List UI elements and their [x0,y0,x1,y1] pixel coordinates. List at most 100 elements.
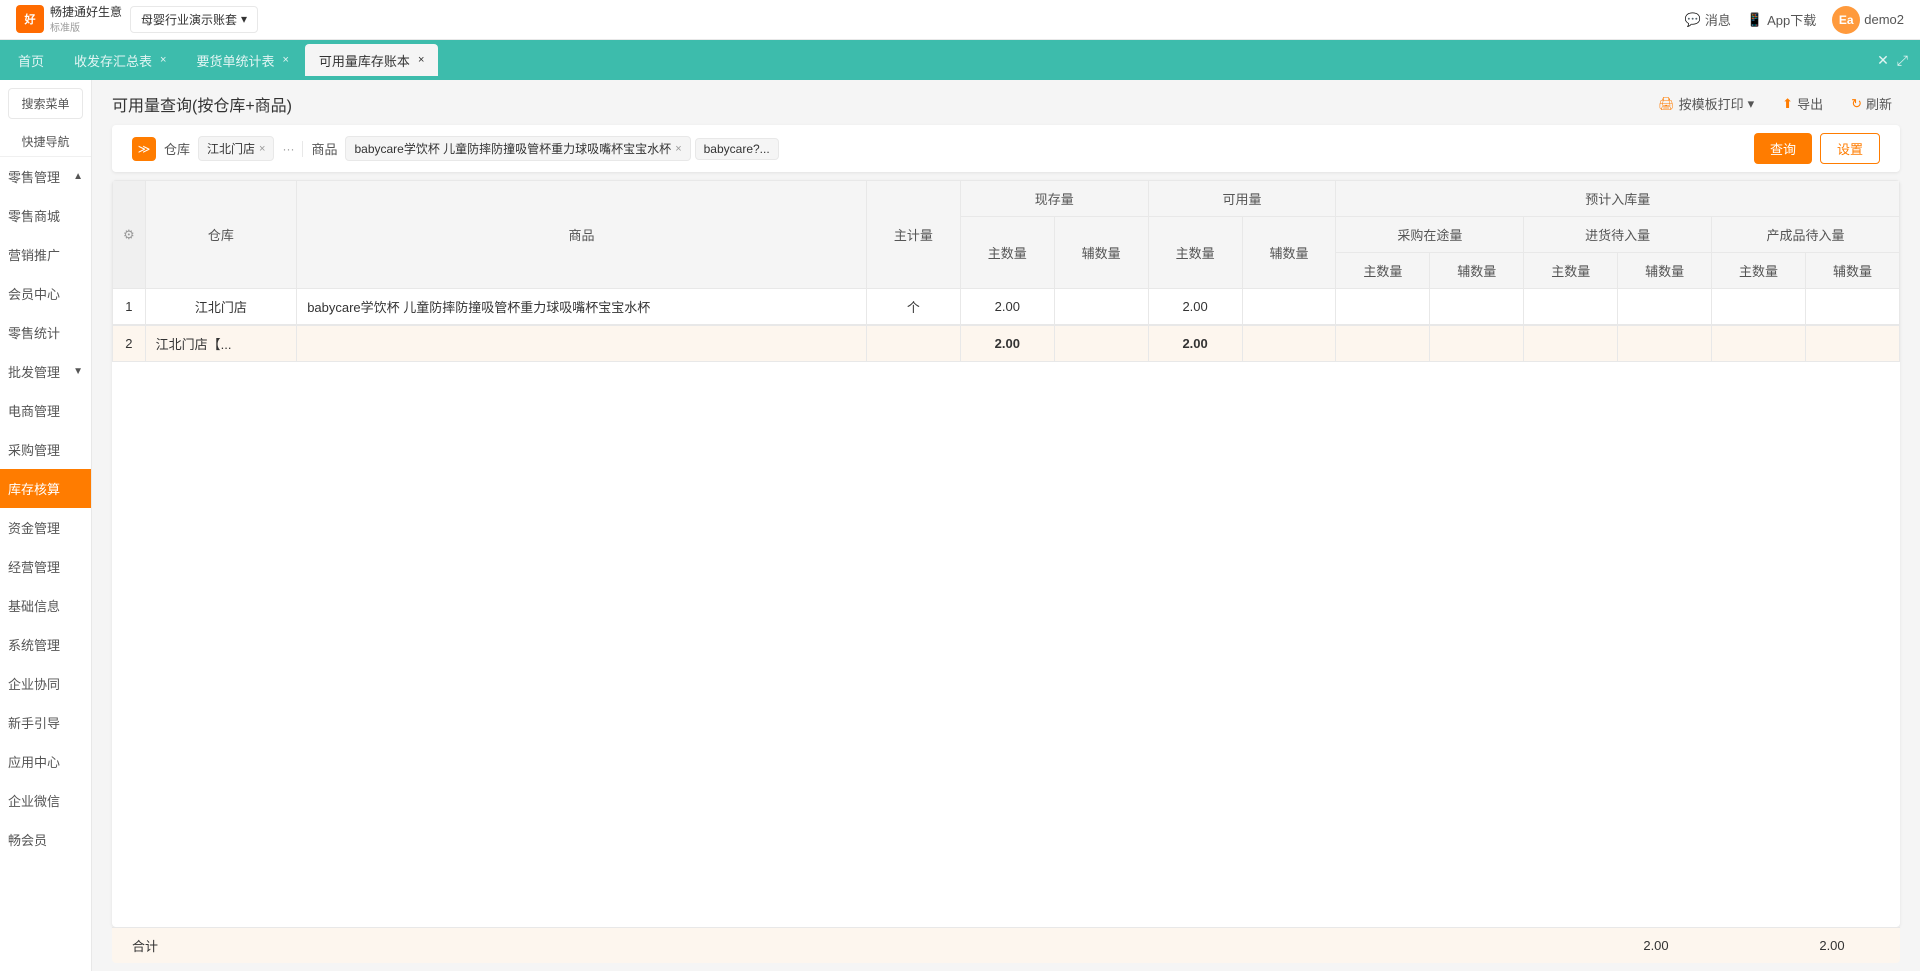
cell-stock-aux-1 [1054,289,1148,326]
product-filter-tags: babycare学饮杯 儿童防摔防撞吸管杯重力球吸嘴杯宝宝水杯 × babyca… [345,136,1745,161]
sidebar-item-system[interactable]: 系统管理 [0,625,91,664]
col-purchase-main-header: 主数量 [1336,253,1430,289]
settings-btn[interactable]: 设置 [1820,133,1880,164]
export-icon: ⬆ [1782,96,1793,112]
sidebar-item-basics[interactable]: 基础信息 [0,586,91,625]
sidebar-item-ecommerce[interactable]: 电商管理 [0,391,91,430]
filter-toggle-btn[interactable]: ≫ [132,137,156,161]
tab-receipts-close[interactable]: × [160,54,166,66]
cell-incoming-aux-2 [1618,325,1712,362]
col-stock-main-header: 主数量 [960,217,1054,289]
sidebar-item-purchase[interactable]: 采购管理 [0,430,91,469]
query-btn[interactable]: 查询 [1754,133,1812,164]
content-area: 可用量查询(按仓库+商品) 🖨 按模板打印 ▾ ⬆ 导出 ↻ 刷新 [92,80,1920,971]
page-header-actions: 🖨 按模板打印 ▾ ⬆ 导出 ↻ 刷新 [1650,90,1900,117]
app-label: App下载 [1767,10,1816,29]
table-row: 1 江北门店 babycare学饮杯 儿童防摔防撞吸管杯重力球吸嘴杯宝宝水杯 个… [113,289,1900,326]
product-filter-tag1[interactable]: babycare学饮杯 儿童防摔防撞吸管杯重力球吸嘴杯宝宝水杯 × [345,136,690,161]
table-settings-icon[interactable]: ⚙ [123,227,135,242]
cell-finished-main-1 [1712,289,1806,326]
cell-incoming-main-2 [1524,325,1618,362]
product-tag1-close[interactable]: × [675,143,681,155]
footer-label: 合计 [132,936,192,955]
sidebar-item-enterprise-wechat[interactable]: 企业微信 [0,781,91,820]
table-container: ⚙ 仓库 商品 主计量 现存量 可用量 预计入库量 主数量 辅数量 主数量 辅数… [112,180,1900,927]
sidebar-item-retail-stats[interactable]: 零售统计 [0,313,91,352]
product-filter-label: 商品 [311,139,337,158]
chevron-down-icon: ▾ [241,12,247,26]
footer-stock-aux [1704,938,1784,953]
nav-expand-icon[interactable]: ⤢ [1897,52,1908,69]
message-label: 消息 [1705,10,1731,29]
sidebar-item-app-center[interactable]: 应用中心 [0,742,91,781]
sidebar-item-finance[interactable]: 资金管理 [0,508,91,547]
user-profile-btn[interactable]: Ea demo2 [1832,6,1904,34]
sidebar-item-retail-mgmt[interactable]: 零售管理 ▲ [0,157,91,196]
sidebar-item-operations[interactable]: 经营管理 [0,547,91,586]
app-icon: 📱 [1747,12,1763,28]
tab-inventory-close[interactable]: × [418,54,424,66]
chevron-icon-2: ▼ [73,366,83,377]
cell-product-1: babycare学饮杯 儿童防摔防撞吸管杯重力球吸嘴杯宝宝水杯 [297,289,867,326]
filter-area: ≫ 仓库 江北门店 × ··· 商品 babycare学饮杯 儿童防摔防撞吸管杯… [112,125,1900,172]
logo-area: 好 畅捷通好生意 标准版 [16,5,122,34]
col-incoming-pending-header: 进货待入量 [1524,217,1712,253]
tab-orders-label: 要货单统计表 [196,51,274,70]
chevron-down-icon-print: ▾ [1748,96,1755,112]
logo-sub-title: 标准版 [50,19,122,34]
filter-actions: 查询 设置 [1754,133,1880,164]
footer-avail-main: 2.00 [1792,938,1872,953]
sidebar-item-vip[interactable]: 畅会员 [0,820,91,859]
cell-incoming-aux-1 [1618,289,1712,326]
print-btn[interactable]: 🖨 按模板打印 ▾ [1650,90,1762,117]
print-icon: 🖨 [1658,96,1675,112]
cell-finished-main-2 [1712,325,1806,362]
tab-orders-close[interactable]: × [282,54,288,66]
main-layout: 搜索菜单 快捷导航 零售管理 ▲ 零售商城 营销推广 会员中心 零售统计 批发管… [0,80,1920,971]
sidebar-item-inventory-check[interactable]: 库存核算 [0,469,91,508]
product-filter-tag2[interactable]: babycare?... [695,138,779,160]
tab-orders[interactable]: 要货单统计表 × [182,44,302,76]
logo-icon: 好 [16,5,44,33]
cell-purchase-aux-1 [1430,289,1524,326]
warehouse-filter-more[interactable]: ··· [282,142,294,156]
sidebar-item-new-user[interactable]: 新手引导 [0,703,91,742]
table-row-subtotal: 2 江北门店【... 2.00 2.00 [113,325,1900,362]
warehouse-filter-tag[interactable]: 江北门店 × [198,136,274,161]
top-bar-left: 好 畅捷通好生意 标准版 母婴行业演示账套 ▾ [16,5,258,34]
refresh-icon: ↻ [1851,96,1862,112]
col-main-unit-header: 主计量 [866,181,960,289]
sidebar-item-retail-mall[interactable]: 零售商城 [0,196,91,235]
app-download-btn[interactable]: 📱 App下载 [1747,10,1816,29]
warehouse-tag-close[interactable]: × [259,143,265,155]
cell-unit-2 [866,325,960,362]
tab-home-label: 首页 [18,51,44,70]
inventory-table: ⚙ 仓库 商品 主计量 现存量 可用量 预计入库量 主数量 辅数量 主数量 辅数… [112,180,1900,362]
cell-avail-main-1: 2.00 [1148,289,1242,326]
sidebar-item-quick-nav[interactable]: 快捷导航 [0,127,91,156]
search-menu-btn[interactable]: 搜索菜单 [8,88,83,119]
tab-home[interactable]: 首页 [4,44,58,76]
refresh-btn[interactable]: ↻ 刷新 [1843,90,1900,117]
industry-selector[interactable]: 母婴行业演示账套 ▾ [130,6,258,33]
sidebar-item-member-center[interactable]: 会员中心 [0,274,91,313]
product-tag1-value: babycare学饮杯 儿童防摔防撞吸管杯重力球吸嘴杯宝宝水杯 [354,140,671,157]
top-bar: 好 畅捷通好生意 标准版 母婴行业演示账套 ▾ 💬 消息 📱 App下载 Ea … [0,0,1920,40]
filter-divider [302,141,303,157]
logo-text-block: 畅捷通好生意 标准版 [50,5,122,34]
chevron-icon: ▲ [73,171,83,182]
tab-receipts[interactable]: 收发存汇总表 × [60,44,180,76]
col-incoming-aux-header: 辅数量 [1618,253,1712,289]
nav-close-icon[interactable]: ✕ [1877,52,1889,69]
cell-avail-aux-2 [1242,325,1336,362]
sidebar-item-marketing[interactable]: 营销推广 [0,235,91,274]
tab-inventory[interactable]: 可用量库存账本 × [305,44,438,76]
cell-unit-1: 个 [866,289,960,326]
page-header: 可用量查询(按仓库+商品) 🖨 按模板打印 ▾ ⬆ 导出 ↻ 刷新 [92,80,1920,125]
message-btn[interactable]: 💬 消息 [1685,10,1731,29]
sidebar-item-enterprise-collab[interactable]: 企业协同 [0,664,91,703]
col-purchase-transit-header: 采购在途量 [1336,217,1524,253]
export-btn[interactable]: ⬆ 导出 [1774,90,1831,117]
cell-finished-aux-2 [1805,325,1899,362]
sidebar-item-wholesale-mgmt[interactable]: 批发管理 ▼ [0,352,91,391]
